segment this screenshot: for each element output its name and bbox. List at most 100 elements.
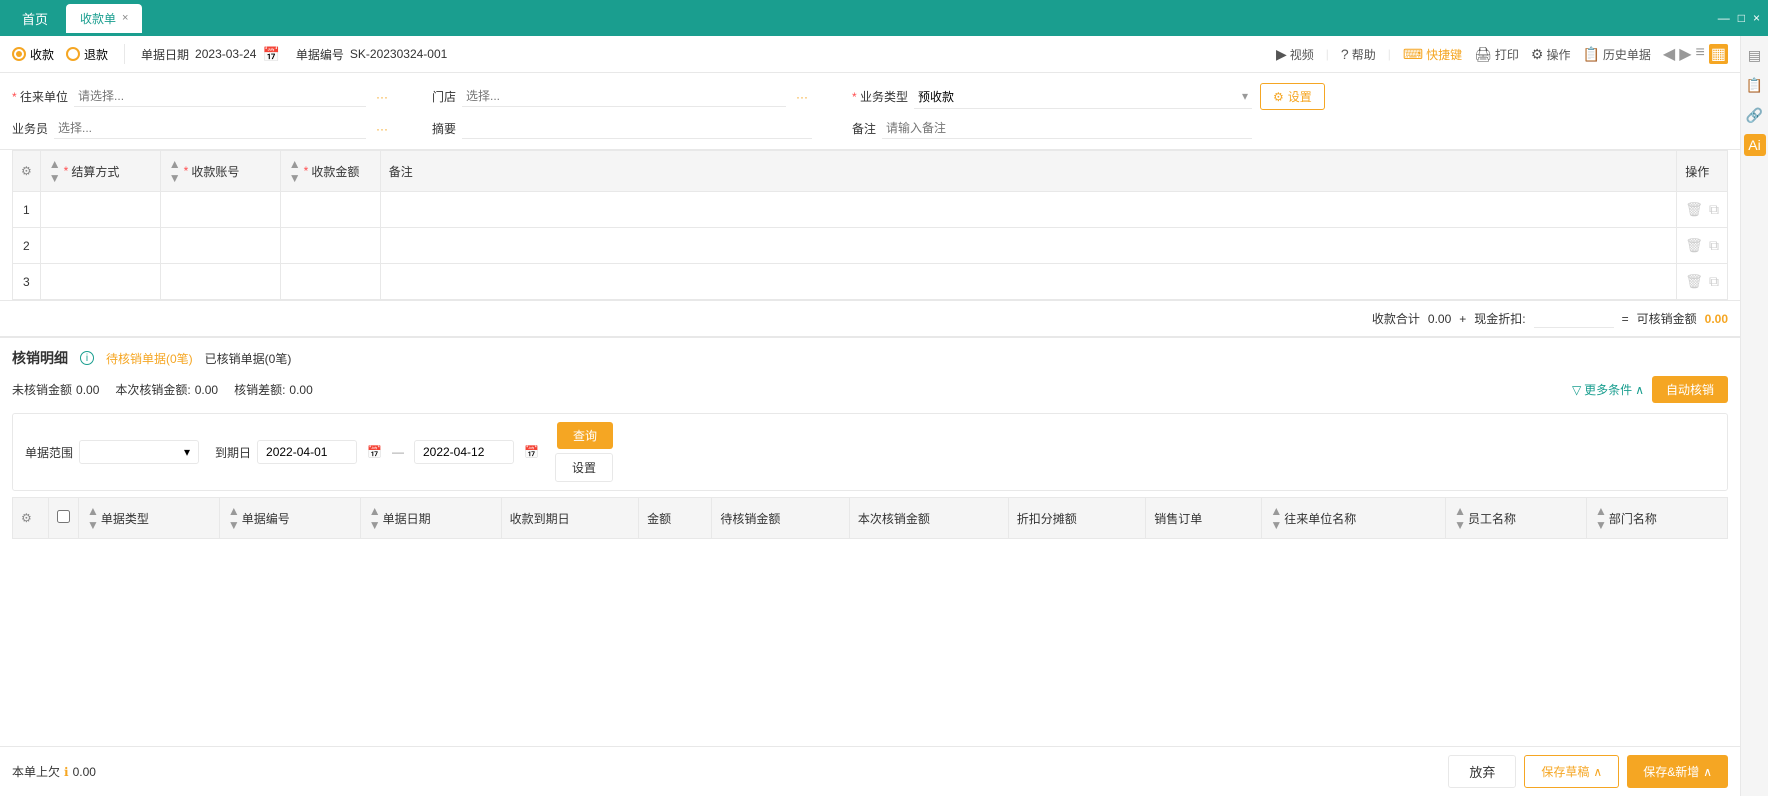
date-to-input[interactable] bbox=[414, 440, 514, 464]
verify-info-icon[interactable]: i bbox=[80, 351, 94, 365]
summary-field: 摘要 bbox=[432, 118, 812, 139]
date-dash: — bbox=[392, 445, 404, 459]
sidebar-icon-ai[interactable]: Ai bbox=[1744, 134, 1766, 156]
next-icon[interactable]: ▶ bbox=[1679, 44, 1691, 64]
store-input[interactable] bbox=[462, 86, 786, 107]
summary-input[interactable] bbox=[462, 118, 812, 139]
salesperson-field: 业务员 ··· bbox=[12, 118, 392, 139]
form-row-2: 业务员 ··· 摘要 备注 bbox=[12, 118, 1728, 139]
radio-receipt-label: 收款 bbox=[30, 46, 54, 63]
maximize-icon[interactable]: □ bbox=[1738, 11, 1745, 25]
bottom-col-settings[interactable]: ⚙ bbox=[13, 498, 49, 539]
remark-input[interactable] bbox=[882, 118, 1252, 139]
discount-input[interactable] bbox=[1534, 309, 1614, 328]
calendar-from-icon[interactable]: 📅 bbox=[367, 445, 382, 459]
amount-cell-2[interactable] bbox=[280, 228, 380, 264]
sort-dept: ▲▼ bbox=[1595, 504, 1607, 532]
tab-active[interactable]: 收款单 × bbox=[66, 4, 142, 33]
salesperson-input[interactable] bbox=[54, 118, 366, 139]
copy-row-3-icon[interactable]: ⧉ bbox=[1709, 273, 1719, 290]
print-icon: 🖨 bbox=[1474, 46, 1492, 63]
settlement-cell-3[interactable] bbox=[40, 264, 160, 300]
delete-row-1-icon[interactable]: 🗑 bbox=[1685, 201, 1703, 218]
minimize-icon[interactable]: — bbox=[1718, 11, 1730, 25]
print-btn[interactable]: 🖨 打印 bbox=[1474, 46, 1519, 63]
counterpart-input[interactable] bbox=[74, 86, 366, 107]
prev-icon[interactable]: ◀ bbox=[1663, 44, 1675, 64]
history-icon: 📋 bbox=[1582, 46, 1599, 63]
list-view-icon[interactable]: ≡ bbox=[1696, 44, 1705, 64]
bottom-col-amount: 金额 bbox=[639, 498, 712, 539]
draft-btn[interactable]: 保存草稿 ∧ bbox=[1524, 755, 1619, 788]
tab-bar-left: 首页 收款单 × bbox=[8, 3, 142, 34]
sidebar-icon-doc[interactable]: 📋 bbox=[1744, 74, 1766, 96]
sort-arrows-settlement: ▲▼ bbox=[49, 157, 61, 185]
radio-group: 收款 退款 bbox=[12, 46, 108, 63]
help-btn[interactable]: ? 帮助 bbox=[1341, 46, 1376, 63]
discard-btn[interactable]: 放弃 bbox=[1448, 755, 1516, 788]
verify-header: 核销明细 i 待核销单据(0笔) 已核销单据(0笔) bbox=[12, 348, 1728, 368]
shortcut-btn[interactable]: ⌨ 快捷键 bbox=[1403, 46, 1462, 63]
business-type-select[interactable]: 预收款 ▾ bbox=[914, 85, 1252, 109]
delete-row-3-icon[interactable]: 🗑 bbox=[1685, 273, 1703, 290]
account-cell-2[interactable] bbox=[160, 228, 280, 264]
filter-settings-btn[interactable]: 设置 bbox=[555, 453, 613, 482]
sidebar-icon-table[interactable]: ▤ bbox=[1744, 44, 1766, 66]
range-select[interactable]: ▾ bbox=[79, 440, 199, 464]
select-all-checkbox[interactable] bbox=[57, 510, 70, 523]
save-new-btn[interactable]: 保存&新增 ∧ bbox=[1627, 755, 1728, 788]
toolbar: 收款 退款 单据日期 2023-03-24 📅 单据编号 SK-20230324… bbox=[0, 36, 1740, 73]
amount-cell-1[interactable] bbox=[280, 192, 380, 228]
video-icon: ▶ bbox=[1276, 46, 1287, 63]
video-btn[interactable]: ▶ 视频 bbox=[1276, 46, 1314, 63]
grid-view-icon[interactable]: ▦ bbox=[1709, 44, 1728, 64]
filter-actions: 查询 设置 bbox=[555, 422, 613, 482]
right-sidebar: ▤ 📋 🔗 Ai bbox=[1740, 36, 1768, 796]
toolbar-divider bbox=[124, 44, 125, 64]
salesperson-more-btn[interactable]: ··· bbox=[372, 122, 392, 136]
settlement-cell-1[interactable] bbox=[40, 192, 160, 228]
settings-button[interactable]: ⚙ 设置 bbox=[1260, 83, 1325, 110]
search-btn[interactable]: 查询 bbox=[557, 422, 613, 449]
store-more-btn[interactable]: ··· bbox=[792, 90, 812, 104]
date-from-input[interactable] bbox=[257, 440, 357, 464]
remark-cell-2[interactable] bbox=[380, 228, 1676, 264]
table-gear-icon[interactable]: ⚙ bbox=[21, 164, 32, 178]
copy-row-2-icon[interactable]: ⧉ bbox=[1709, 237, 1719, 254]
history-btn[interactable]: 📋 历史单据 bbox=[1582, 46, 1650, 63]
auto-verify-btn[interactable]: 自动核销 bbox=[1652, 376, 1728, 403]
date-label: 到期日 bbox=[215, 444, 251, 461]
close-icon[interactable]: × bbox=[1753, 11, 1760, 25]
bottom-col-checkbox[interactable] bbox=[49, 498, 79, 539]
remark-cell-1[interactable] bbox=[380, 192, 1676, 228]
more-conditions-btn[interactable]: ▽ 更多条件 ∧ bbox=[1572, 381, 1644, 398]
counterpart-more-btn[interactable]: ··· bbox=[372, 90, 392, 104]
number-label: 单据编号 bbox=[296, 46, 344, 63]
account-cell-1[interactable] bbox=[160, 192, 280, 228]
remark-cell-3[interactable] bbox=[380, 264, 1676, 300]
date-label: 单据日期 bbox=[141, 46, 189, 63]
done-tab[interactable]: 已核销单据(0笔) bbox=[205, 350, 292, 367]
shortcut-icon: ⌨ bbox=[1403, 46, 1423, 63]
radio-refund[interactable]: 退款 bbox=[66, 46, 108, 63]
calendar-icon[interactable]: 📅 bbox=[262, 46, 279, 63]
account-cell-3[interactable] bbox=[160, 264, 280, 300]
sidebar-icon-link[interactable]: 🔗 bbox=[1744, 104, 1766, 126]
delete-row-2-icon[interactable]: 🗑 bbox=[1685, 237, 1703, 254]
tab-home[interactable]: 首页 bbox=[8, 3, 62, 34]
amount-cell-3[interactable] bbox=[280, 264, 380, 300]
copy-row-1-icon[interactable]: ⧉ bbox=[1709, 201, 1719, 218]
table-container: ⚙ ▲▼ *结算方式 ▲▼ *收款账号 bbox=[0, 150, 1740, 300]
operation-btn[interactable]: ⚙ 操作 bbox=[1531, 46, 1571, 63]
calendar-to-icon[interactable]: 📅 bbox=[524, 445, 539, 459]
footer-info-icon[interactable]: ℹ bbox=[64, 765, 69, 779]
footer-value: 0.00 bbox=[73, 765, 96, 779]
radio-receipt[interactable]: 收款 bbox=[12, 46, 54, 63]
col-remark: 备注 bbox=[380, 151, 1676, 192]
col-settings[interactable]: ⚙ bbox=[13, 151, 41, 192]
pending-tab[interactable]: 待核销单据(0笔) bbox=[106, 350, 193, 367]
bottom-gear-icon[interactable]: ⚙ bbox=[21, 511, 32, 525]
tab-close-icon[interactable]: × bbox=[122, 12, 128, 24]
settlement-cell-2[interactable] bbox=[40, 228, 160, 264]
diff-value: 0.00 bbox=[289, 383, 312, 397]
